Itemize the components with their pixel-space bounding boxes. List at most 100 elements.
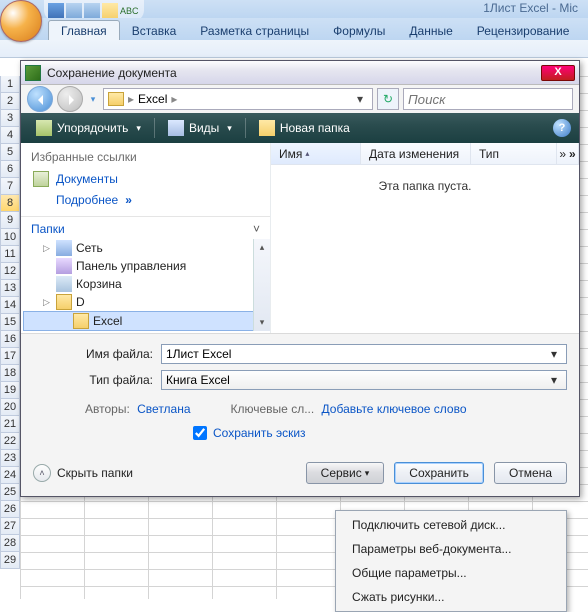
folder-icon [56,294,72,310]
breadcrumb-sep-icon[interactable]: ▸ [171,92,177,106]
new-folder-button[interactable]: Новая папка [252,116,357,140]
row-header[interactable]: 7 [0,178,20,195]
keywords-label: Ключевые сл... [231,402,315,416]
row-header[interactable]: 27 [0,518,20,535]
row-header[interactable]: 8 [0,195,20,212]
row-header[interactable]: 21 [0,416,20,433]
service-button[interactable]: Сервис [306,462,385,484]
undo-icon[interactable] [66,3,82,19]
filename-input[interactable]: 1Лист Excel▾ [161,344,567,364]
tree-scrollbar[interactable]: ▴ ▾ [253,239,270,331]
nav-forward-button[interactable] [57,86,83,112]
open-icon[interactable] [102,3,118,19]
save-button[interactable]: Сохранить [394,462,484,484]
ribbon-tab[interactable]: Формулы [321,21,397,40]
dialog-titlebar[interactable]: Сохранение документа X [21,61,579,85]
close-button[interactable]: X [541,65,575,81]
row-header[interactable]: 15 [0,314,20,331]
row-header[interactable]: 25 [0,484,20,501]
row-header[interactable]: 5 [0,144,20,161]
row-header[interactable]: 17 [0,348,20,365]
address-bar[interactable]: ▸ Excel ▸ ▾ [103,88,373,110]
service-menu-item[interactable]: Общие параметры... [338,561,564,585]
documents-icon [33,171,49,187]
favorites-more[interactable]: Подробнее [21,190,270,210]
tree-item[interactable]: ▷D [21,293,270,311]
dialog-toolbar: Упорядочить Виды Новая папка ? [21,113,579,143]
row-header[interactable]: 18 [0,365,20,382]
redo-icon[interactable] [84,3,100,19]
breadcrumb-folder[interactable]: Excel [138,92,167,106]
folder-icon [108,92,124,106]
address-dropdown[interactable]: ▾ [352,92,368,106]
column-type[interactable]: Тип [471,143,557,164]
search-input[interactable] [403,88,573,110]
row-header[interactable]: 9 [0,212,20,229]
tree-item[interactable]: Панель управления [21,257,270,275]
column-date[interactable]: Дата изменения [361,143,471,164]
row-header[interactable]: 4 [0,127,20,144]
row-header[interactable]: 11 [0,246,20,263]
ribbon-tab[interactable]: Главная [48,20,120,40]
filename-dropdown[interactable]: ▾ [546,347,562,361]
row-header[interactable]: 3 [0,110,20,127]
service-menu-item[interactable]: Параметры веб-документа... [338,537,564,561]
views-button[interactable]: Виды [161,116,239,140]
office-button[interactable] [0,0,42,42]
row-header[interactable]: 19 [0,382,20,399]
nav-back-button[interactable] [27,86,53,112]
breadcrumb-sep-icon: ▸ [128,92,134,106]
tree-item[interactable]: ▷Сеть [21,239,270,257]
row-header[interactable]: 10 [0,229,20,246]
favorites-documents[interactable]: Документы [21,168,270,190]
ribbon-tab[interactable]: Разметка страницы [188,21,321,40]
save-thumbnail-label[interactable]: Сохранить эскиз [213,426,306,440]
service-menu: Подключить сетевой диск...Параметры веб-… [335,510,567,612]
expand-icon[interactable]: ▷ [43,243,52,254]
row-header[interactable]: 23 [0,450,20,467]
row-header[interactable]: 26 [0,501,20,518]
scroll-down-icon[interactable]: ▾ [254,314,270,331]
tree-item[interactable]: Корзина [21,275,270,293]
spellcheck-icon[interactable]: ABC [120,3,136,19]
row-header[interactable]: 16 [0,331,20,348]
ribbon-tab[interactable]: Рецензирование [465,21,582,40]
row-header[interactable]: 29 [0,552,20,569]
row-header[interactable]: 22 [0,433,20,450]
row-header[interactable]: 13 [0,280,20,297]
tree-item[interactable]: Excel [23,311,268,331]
refresh-button[interactable]: ↻ [377,88,399,110]
expand-icon[interactable]: ▷ [43,297,52,308]
column-name[interactable]: Имя [271,143,361,164]
filetype-dropdown[interactable]: ▾ [546,373,562,387]
row-header[interactable]: 28 [0,535,20,552]
row-header[interactable]: 14 [0,297,20,314]
service-menu-item[interactable]: Сжать рисунки... [338,585,564,609]
help-button[interactable]: ? [553,119,571,137]
column-more[interactable]: » [557,143,579,164]
views-icon [168,120,184,136]
new-folder-icon [259,120,275,136]
row-header[interactable]: 20 [0,399,20,416]
keywords-value[interactable]: Добавьте ключевое слово [322,402,467,416]
ribbon-body [0,40,588,58]
row-header[interactable]: 2 [0,93,20,110]
row-header[interactable]: 12 [0,263,20,280]
save-icon[interactable] [48,3,64,19]
row-header[interactable]: 24 [0,467,20,484]
nav-history-dropdown[interactable] [87,86,99,112]
filetype-select[interactable]: Книга Excel▾ [161,370,567,390]
organize-button[interactable]: Упорядочить [29,116,148,140]
authors-value[interactable]: Светлана [137,402,190,416]
folders-header[interactable]: Папки ˅ [21,216,270,239]
scroll-up-icon[interactable]: ▴ [254,239,270,256]
service-menu-item[interactable]: Подключить сетевой диск... [338,513,564,537]
row-header[interactable]: 1 [0,76,20,93]
hide-folders-toggle[interactable]: ˄ Скрыть папки [33,464,133,482]
row-header[interactable]: 6 [0,161,20,178]
save-thumbnail-checkbox[interactable] [193,426,207,440]
filetype-label: Тип файла: [33,373,153,387]
ribbon-tab[interactable]: Вставка [120,21,189,40]
ribbon-tab[interactable]: Данные [397,21,464,40]
cancel-button[interactable]: Отмена [494,462,567,484]
